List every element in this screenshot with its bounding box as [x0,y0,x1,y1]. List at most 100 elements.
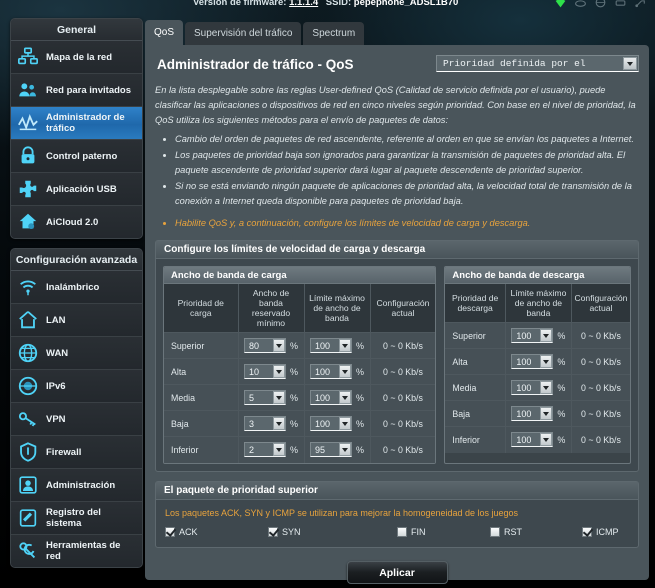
reserved-bandwidth-cell: 3 % [238,410,305,437]
max-bandwidth-select[interactable]: 100 [309,416,352,431]
max-bandwidth-select[interactable]: 100 [511,354,554,369]
max-bandwidth-select[interactable]: 100 [511,328,554,343]
checkbox-rst-box[interactable] [490,526,500,537]
sidebar-item-network-map[interactable]: Mapa de la red [11,41,142,74]
tab-qos[interactable]: QoS [145,20,184,46]
reserved-bandwidth-select[interactable]: 3 [243,416,286,431]
wireless-icon [17,276,39,298]
sidebar-item-vpn[interactable]: VPN [11,403,142,436]
priority-label: Baja [445,400,506,427]
max-bandwidth-cell: 100 % [505,348,572,375]
percent-symbol: % [557,434,566,445]
sidebar-item-administration[interactable]: Administración [11,469,142,502]
bullet-item-highlight: Habilite QoS y, a continuación, configur… [175,216,639,231]
select-value: 95 [314,444,325,455]
percent-symbol: % [355,366,364,377]
checkbox-syn-box[interactable] [268,526,278,537]
max-bandwidth-select[interactable]: 95 [309,442,352,458]
sidebar-item-lan[interactable]: LAN [11,304,142,337]
max-bandwidth-select[interactable]: 100 [511,432,554,448]
firmware-version[interactable]: 1.1.1.4 [289,0,318,8]
select-value: 100 [516,382,532,393]
sidebar-item-label: IPv6 [46,380,66,392]
current-setting-value: 0 ~ 0 Kb/s [370,436,436,463]
table-row: Alta 10 % 100 % 0 ~ 0 Kb/s [164,358,436,385]
vpn-key-icon [17,408,39,430]
max-bandwidth-select[interactable]: 100 [511,406,554,421]
chevron-down-icon[interactable] [272,339,285,352]
checkbox-icmp-box[interactable] [582,526,592,537]
reserved-bandwidth-select[interactable]: 5 [243,390,286,405]
chevron-down-icon[interactable] [338,443,351,457]
checkbox-ack[interactable]: ACK [165,526,268,537]
table-row: Media 100 % 0 ~ 0 Kb/s [445,374,630,401]
sidebar-item-guest-network[interactable]: Red para invitados [11,74,142,107]
max-bandwidth-select[interactable]: 100 [309,364,352,379]
chevron-down-icon[interactable] [540,355,553,368]
sidebar-item-wireless[interactable]: Inalámbrico [11,271,142,304]
select-value: 100 [516,330,532,341]
sidebar-item-wan[interactable]: WAN [11,337,142,370]
max-bandwidth-cell: 95 % [304,436,371,463]
firewall-shield-icon [17,441,39,463]
table-row: Alta 100 % 0 ~ 0 Kb/s [445,348,630,375]
sidebar-item-system-log[interactable]: Registro del sistema [11,502,142,535]
administration-user-icon [17,474,39,496]
sidebar-item-aicloud[interactable]: AiCloud 2.0 [11,206,142,238]
tab-traffic-monitor[interactable]: Supervisión del tráfico [185,22,302,46]
chevron-down-icon[interactable] [338,417,351,430]
current-setting-value: 0 ~ 0 Kb/s [571,400,630,427]
chevron-down-icon[interactable] [272,443,285,457]
reserved-bandwidth-cell: 5 % [238,384,305,411]
sidebar-item-label: WAN [46,347,69,359]
sidebar-item-parental-control[interactable]: Control paterno [11,140,142,173]
checkbox-rst[interactable]: RST [490,526,582,537]
system-log-icon [17,507,39,529]
qos-mode-select[interactable]: Prioridad definida por el [436,55,639,72]
usb-icon[interactable] [634,0,647,9]
chevron-down-icon[interactable] [540,407,553,420]
table-header-row: Prioridad de carga Ancho de banda reserv… [164,284,436,333]
max-bandwidth-select[interactable]: 100 [511,380,554,395]
checkbox-fin-box[interactable] [397,526,407,537]
reserved-bandwidth-select[interactable]: 2 [243,442,286,458]
percent-symbol: % [289,392,298,403]
checkbox-fin[interactable]: FIN [397,526,490,537]
sidebar-item-traffic-manager[interactable]: Administrador de tráfico [11,107,142,140]
checkbox-syn[interactable]: SYN [268,526,397,537]
table-row: Baja 3 % 100 % 0 ~ 0 Kb/s [164,410,436,437]
current-setting-value: 0 ~ 0 Kb/s [571,322,630,349]
sidebar-item-usb-application[interactable]: Aplicación USB [11,173,142,206]
checkbox-icmp[interactable]: ICMP [582,526,619,537]
bullet-item: Los paquetes de prioridad baja son ignor… [175,148,639,178]
max-bandwidth-select[interactable]: 100 [309,338,352,353]
sidebar-item-network-tools[interactable]: Herramientas de red [11,535,142,567]
chevron-down-icon[interactable] [338,365,351,378]
chevron-down-icon[interactable] [623,57,637,70]
chevron-down-icon[interactable] [338,339,351,352]
percent-symbol: % [289,418,298,429]
chevron-down-icon[interactable] [338,391,351,404]
chevron-down-icon[interactable] [540,329,553,342]
column-header: Prioridad de descarga [445,284,506,323]
sidebar-item-firewall[interactable]: Firewall [11,436,142,469]
globe-icon[interactable] [594,0,607,9]
max-bandwidth-cell: 100 % [304,358,371,385]
ssid-value[interactable]: pepephone_ADSL1B70 [354,0,459,8]
checkbox-ack-box[interactable] [165,526,175,537]
tab-spectrum[interactable]: Spectrum [303,22,365,46]
sidebar-item-ipv6[interactable]: IPv6 [11,370,142,403]
reserved-bandwidth-select[interactable]: 80 [243,338,286,353]
sidebar-item-label: Registro del sistema [46,507,101,529]
apply-button[interactable]: Aplicar [346,560,448,584]
chevron-down-icon[interactable] [272,391,285,404]
printer-icon[interactable] [614,0,627,9]
wifi-signal-icon[interactable] [554,0,567,9]
reserved-bandwidth-select[interactable]: 10 [243,364,286,379]
chevron-down-icon[interactable] [272,417,285,430]
max-bandwidth-select[interactable]: 100 [309,390,352,405]
chevron-down-icon[interactable] [272,365,285,378]
cloud-icon[interactable] [574,0,587,9]
chevron-down-icon[interactable] [540,381,553,394]
chevron-down-icon[interactable] [540,433,553,447]
